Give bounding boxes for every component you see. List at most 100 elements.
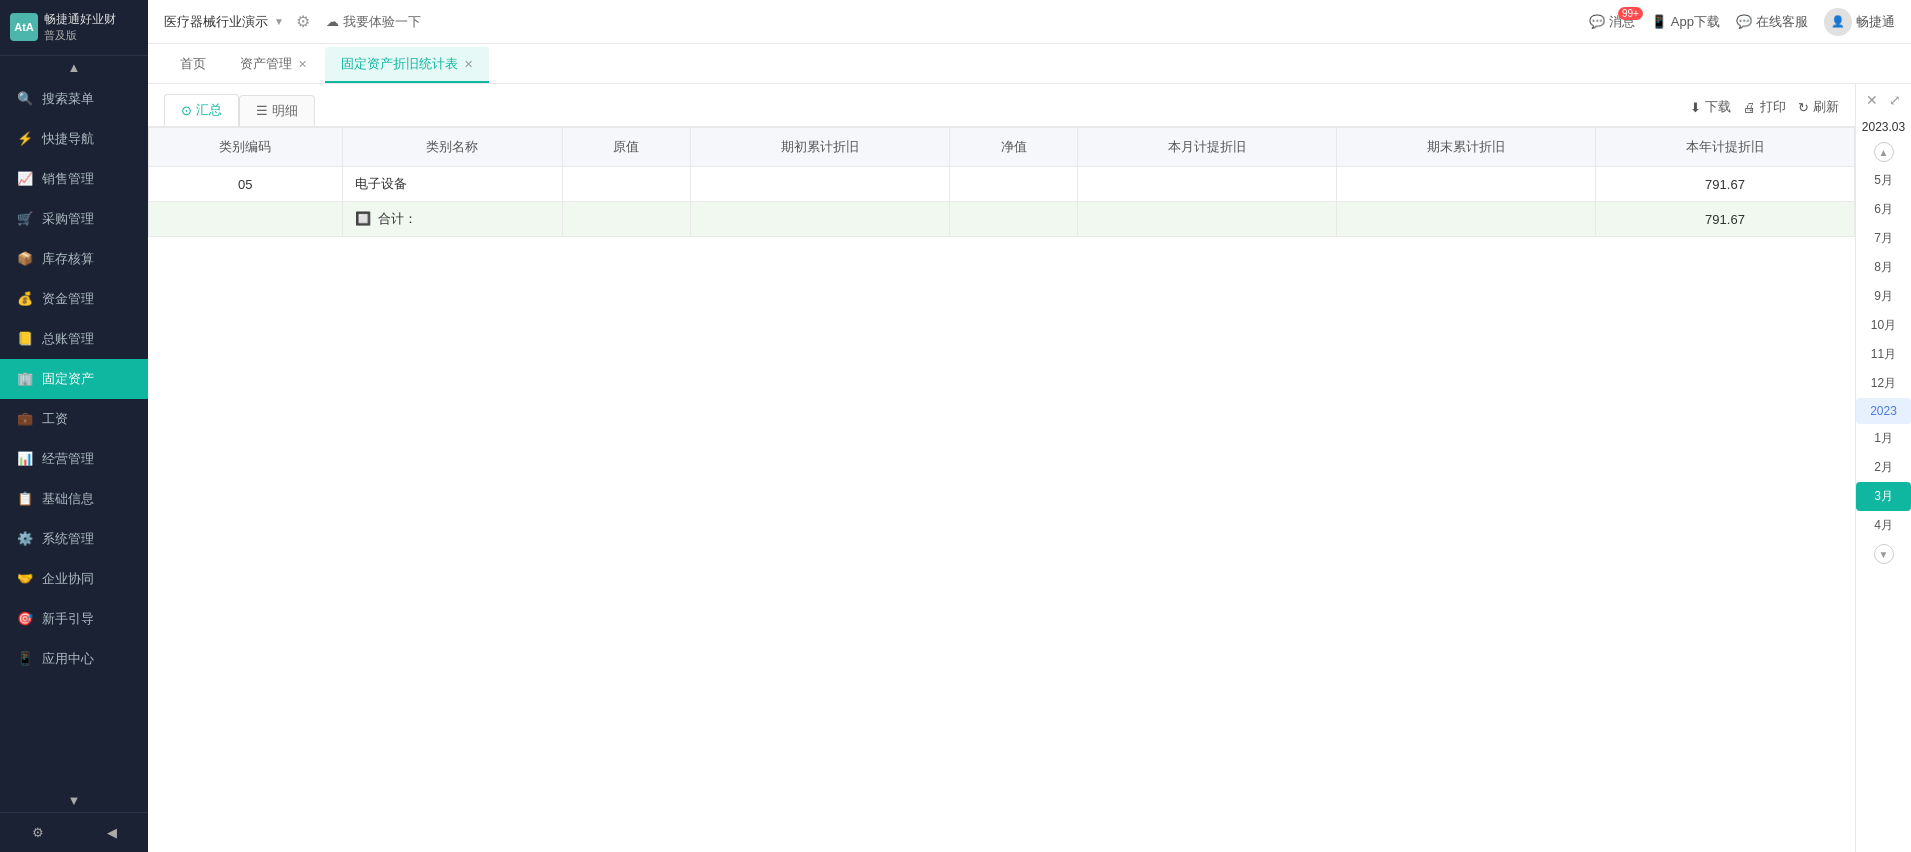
th-original: 原值 — [562, 128, 690, 167]
td-annual-dep: 791.67 — [1596, 167, 1855, 202]
sidebar-item-payroll[interactable]: 💼 工资 — [0, 399, 148, 439]
sidebar-item-label: 系统管理 — [42, 530, 94, 548]
th-net: 净值 — [949, 128, 1077, 167]
tab-asset-mgmt-label: 资产管理 — [240, 55, 292, 73]
guide-icon: 🎯 — [16, 610, 34, 628]
sidebar-item-basic-info[interactable]: 📋 基础信息 — [0, 479, 148, 519]
sidebar-item-label: 快捷导航 — [42, 130, 94, 148]
sidebar-item-sales[interactable]: 📈销售管理 — [0, 159, 148, 199]
download-icon: 📱 — [1651, 14, 1667, 29]
td-sum-label: 🔲 合计： — [342, 202, 562, 237]
quick-nav-icon: ⚡ — [16, 130, 34, 148]
table-sum-row: 🔲 合计： 791.67 — [149, 202, 1855, 237]
td-sum-monthly-dep — [1078, 202, 1337, 237]
sub-tab-detail[interactable]: ☰ 明细 — [239, 95, 315, 126]
cal-month-8[interactable]: 8月 — [1856, 253, 1911, 282]
cal-month-4[interactable]: 4月 — [1856, 511, 1911, 540]
th-period-end-dep: 期末累计折旧 — [1337, 128, 1596, 167]
tab-depreciation-label: 固定资产折旧统计表 — [341, 55, 458, 73]
purchase-icon: 🛒 — [16, 210, 34, 228]
td-sum-original — [562, 202, 690, 237]
refresh-icon: ↻ — [1798, 100, 1809, 115]
summary-icon: ⊙ — [181, 103, 192, 118]
sidebar-item-operations[interactable]: 📊经营管理 — [0, 439, 148, 479]
user-menu-btn[interactable]: 👤 畅捷通 — [1824, 8, 1895, 36]
calendar-expand-btn[interactable]: ⤢ — [1885, 88, 1905, 112]
td-name: 电子设备 — [342, 167, 562, 202]
customer-service-btn[interactable]: 💬 在线客服 — [1736, 13, 1808, 31]
th-monthly-dep: 本月计提折旧 — [1078, 128, 1337, 167]
calendar-scroll-down[interactable]: ▼ — [1874, 544, 1894, 564]
cal-month-2[interactable]: 2月 — [1856, 453, 1911, 482]
settings-bottom-btn[interactable]: ⚙ — [24, 821, 52, 844]
td-initial-accum — [691, 167, 950, 202]
th-initial-accum: 期初累计折旧 — [691, 128, 950, 167]
calendar-panel: ✕ ⤢ 2023.03 ▲ 5月 6月 7月 8月 9月 10月 11月 12月… — [1855, 84, 1911, 852]
print-icon: 🖨 — [1743, 100, 1756, 115]
sub-tab-actions: ⬇ 下载 🖨 打印 ↻ 刷新 — [1690, 98, 1839, 122]
sidebar-item-quick-nav[interactable]: ⚡ 快捷导航 — [0, 119, 148, 159]
sidebar-item-funds[interactable]: 💰资金管理 — [0, 279, 148, 319]
tab-home[interactable]: 首页 — [164, 47, 222, 83]
sidebar-item-app-center[interactable]: 📱应用中心 — [0, 639, 148, 679]
cal-month-10[interactable]: 10月 — [1856, 311, 1911, 340]
main-area: 医疗器械行业演示 ▼ ⚙ ☁ 我要体验一下 💬 消息 99+ 📱 App下载 💬… — [148, 0, 1911, 852]
download-btn[interactable]: ⬇ 下载 — [1690, 98, 1731, 116]
cal-month-12[interactable]: 12月 — [1856, 369, 1911, 398]
app-center-icon: 📱 — [16, 650, 34, 668]
calendar-close-btn[interactable]: ✕ — [1862, 88, 1882, 112]
cal-year-label[interactable]: 2023 — [1856, 398, 1911, 424]
sidebar-item-label: 企业协同 — [42, 570, 94, 588]
sidebar-item-fixed-assets[interactable]: 🏢固定资产 — [0, 359, 148, 399]
company-selector[interactable]: 医疗器械行业演示 ▼ — [164, 13, 284, 31]
sub-tab-summary[interactable]: ⊙ 汇总 — [164, 94, 239, 126]
sub-tab-summary-label: 汇总 — [196, 101, 222, 119]
tab-asset-mgmt-close[interactable]: ✕ — [298, 59, 307, 70]
refresh-label: 刷新 — [1813, 98, 1839, 116]
sidebar: AtA 畅捷通好业财 普及版 ▲ 🔍搜索菜单 ⚡ 快捷导航 📈销售管理🛒采购管理📦库存… — [0, 0, 148, 852]
scroll-up-arrow[interactable]: ▲ — [0, 56, 148, 79]
td-sum-initial-accum — [691, 202, 950, 237]
td-period-end-dep — [1337, 167, 1596, 202]
cal-month-3[interactable]: 3月 — [1856, 482, 1911, 511]
content-main: ⊙ 汇总 ☰ 明细 ⬇ 下载 🖨 打印 — [148, 84, 1855, 852]
topbar-settings-btn[interactable]: ⚙ — [296, 12, 310, 31]
cal-month-7[interactable]: 7月 — [1856, 224, 1911, 253]
cal-month-1[interactable]: 1月 — [1856, 424, 1911, 453]
tab-asset-mgmt[interactable]: 资产管理 ✕ — [224, 47, 323, 83]
td-monthly-dep — [1078, 167, 1337, 202]
sidebar-item-purchase[interactable]: 🛒采购管理 — [0, 199, 148, 239]
app-download-btn[interactable]: 📱 App下载 — [1651, 13, 1720, 31]
download-icon: ⬇ — [1690, 100, 1701, 115]
td-sum-net — [949, 202, 1077, 237]
print-btn[interactable]: 🖨 打印 — [1743, 98, 1786, 116]
sub-tabs-bar: ⊙ 汇总 ☰ 明细 ⬇ 下载 🖨 打印 — [148, 84, 1855, 127]
experience-btn[interactable]: ☁ 我要体验一下 — [326, 13, 421, 31]
notification-btn[interactable]: 💬 消息 99+ — [1589, 13, 1635, 31]
scroll-down-arrow[interactable]: ▼ — [0, 789, 148, 812]
ledger-icon: 📒 — [16, 330, 34, 348]
sidebar-item-label: 基础信息 — [42, 490, 94, 508]
sidebar-logo: AtA 畅捷通好业财 普及版 — [0, 0, 148, 56]
cal-month-6[interactable]: 6月 — [1856, 195, 1911, 224]
sidebar-item-cooperation[interactable]: 🤝企业协同 — [0, 559, 148, 599]
sidebar-item-inventory[interactable]: 📦库存核算 — [0, 239, 148, 279]
refresh-btn[interactable]: ↻ 刷新 — [1798, 98, 1839, 116]
sidebar-item-ledger[interactable]: 📒总账管理 — [0, 319, 148, 359]
cal-month-5[interactable]: 5月 — [1856, 166, 1911, 195]
th-code: 类别编码 — [149, 128, 343, 167]
payroll-icon: 💼 — [16, 410, 34, 428]
sidebar-item-search[interactable]: 🔍搜索菜单 — [0, 79, 148, 119]
tab-depreciation[interactable]: 固定资产折旧统计表 ✕ — [325, 47, 489, 83]
cal-month-9[interactable]: 9月 — [1856, 282, 1911, 311]
sidebar-item-label: 搜索菜单 — [42, 90, 94, 108]
tab-depreciation-close[interactable]: ✕ — [464, 59, 473, 70]
sidebar-item-label: 销售管理 — [42, 170, 94, 188]
sidebar-item-system[interactable]: ⚙️系统管理 — [0, 519, 148, 559]
calendar-scroll-up[interactable]: ▲ — [1874, 142, 1894, 162]
sidebar-item-guide[interactable]: 🎯新手引导 — [0, 599, 148, 639]
basic-info-icon: 📋 — [16, 490, 34, 508]
cal-month-11[interactable]: 11月 — [1856, 340, 1911, 369]
collapse-btn[interactable]: ◀ — [99, 821, 125, 844]
sidebar-item-label: 工资 — [42, 410, 68, 428]
